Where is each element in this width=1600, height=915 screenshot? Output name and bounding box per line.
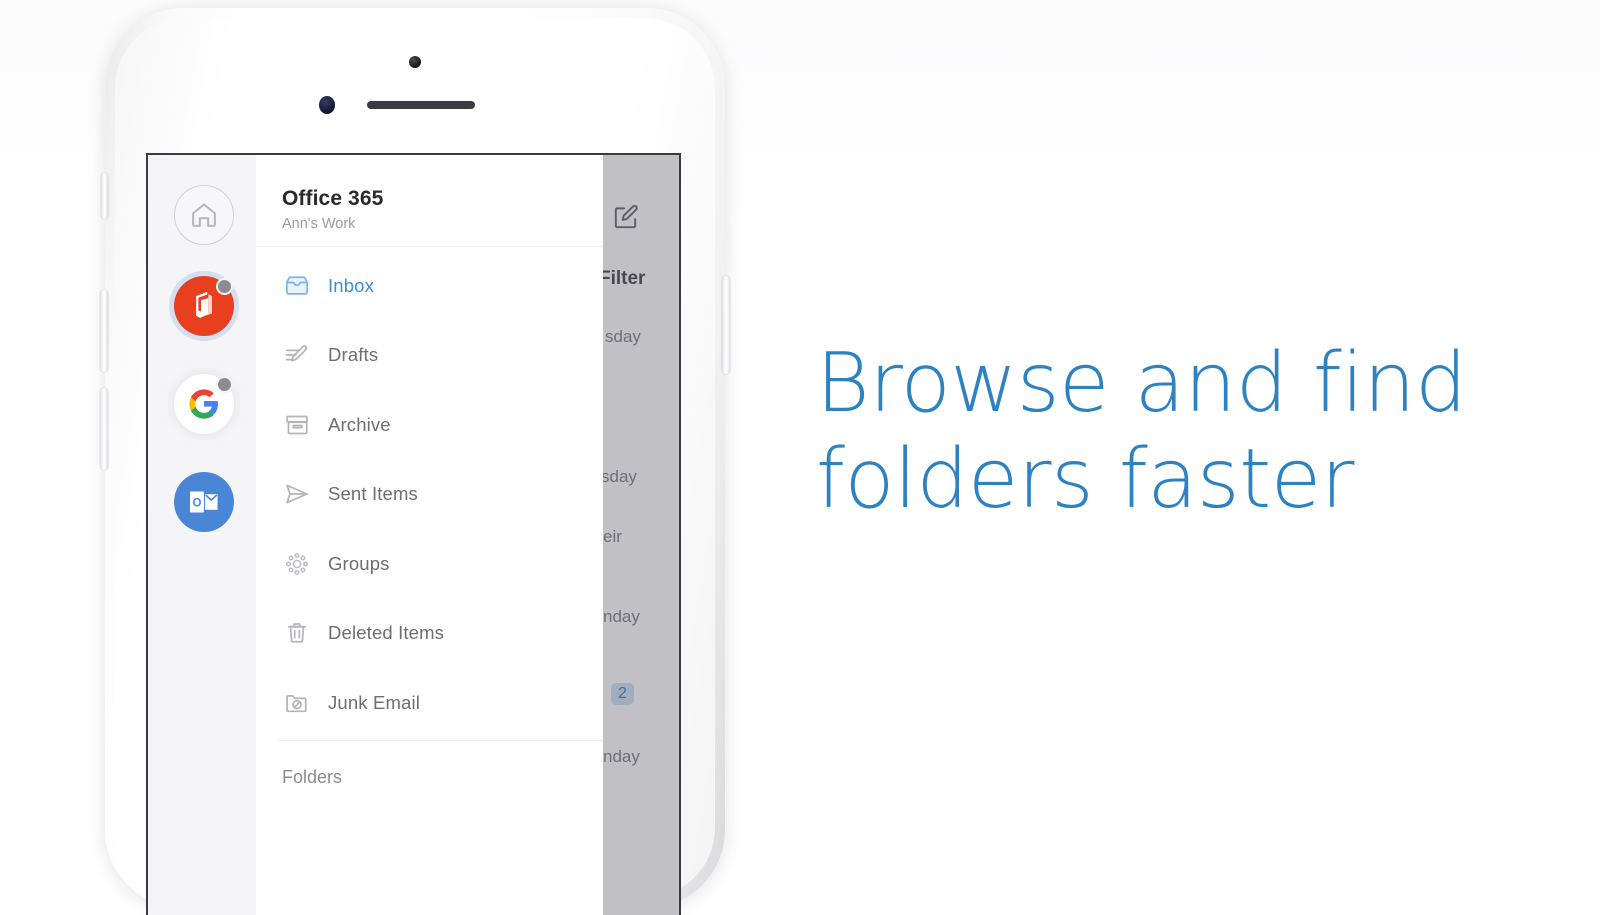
account-avatar-office-365[interactable] (174, 276, 234, 336)
google-icon (189, 389, 218, 419)
groups-icon (274, 550, 320, 578)
volume-down-button[interactable] (100, 388, 108, 470)
junk-icon (274, 689, 320, 717)
account-avatar-outlook[interactable]: O (174, 472, 234, 532)
page-background: O Office 365 Ann's Work Inbox Drafts Arc… (0, 0, 1600, 915)
archive-icon (274, 411, 320, 439)
sent-icon (274, 480, 320, 508)
earpiece-speaker (367, 101, 475, 109)
outlook-icon: O (190, 491, 218, 513)
proximity-sensor-icon (319, 96, 335, 114)
front-camera-icon (409, 56, 421, 68)
headline-line-1: Browse and find (816, 336, 1467, 431)
folder-label: Drafts (328, 344, 379, 366)
home-icon (192, 203, 216, 227)
message-list-panel[interactable]: Filter sday sday eir nday 2 nday (603, 155, 679, 915)
phone-screen: O Office 365 Ann's Work Inbox Drafts Arc… (146, 153, 681, 915)
phone-device: O Office 365 Ann's Work Inbox Drafts Arc… (100, 8, 730, 915)
power-button[interactable] (722, 276, 730, 374)
svg-text:O: O (193, 497, 202, 509)
account-status-dot (216, 278, 233, 295)
volume-up-button[interactable] (100, 290, 108, 372)
home-button[interactable] (174, 185, 234, 245)
folder-label: Deleted Items (328, 622, 445, 644)
headline-line-2: folders faster (816, 431, 1354, 527)
folder-label: Inbox (328, 274, 375, 296)
drafts-icon (274, 341, 320, 369)
silent-switch-button[interactable] (101, 173, 108, 219)
inbox-icon (274, 272, 320, 300)
headline: Browse and find folders faster (816, 336, 1536, 528)
account-status-dot (216, 376, 233, 393)
dim-overlay[interactable] (603, 155, 679, 915)
trash-icon (274, 619, 320, 647)
account-avatar-google[interactable] (174, 374, 234, 434)
account-rail: O (148, 155, 256, 915)
office-365-icon (196, 291, 212, 318)
